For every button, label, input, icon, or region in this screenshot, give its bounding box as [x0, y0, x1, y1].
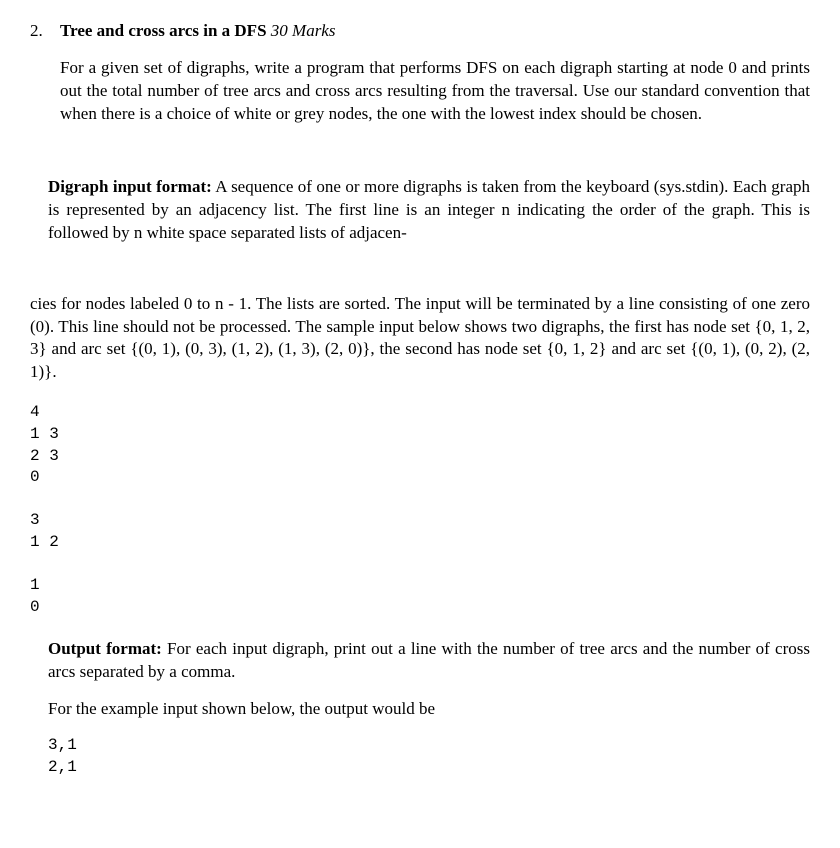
sample-output: 3,1 2,1	[48, 735, 810, 778]
sample-input: 4 1 3 2 3 0 3 1 2 1 0	[30, 402, 810, 618]
input-format-heading: Digraph input format:	[48, 177, 212, 196]
output-format-para: Output format: For each input digraph, p…	[48, 638, 810, 684]
output-format-heading: Output format:	[48, 639, 162, 658]
problem-header: 2. Tree and cross arcs in a DFS 30 Marks	[30, 20, 810, 43]
problem-body: For a given set of digraphs, write a pro…	[30, 57, 810, 126]
output-section: Output format: For each input digraph, p…	[30, 638, 810, 778]
input-format-block: Digraph input format: A sequence of one …	[30, 176, 810, 245]
output-note: For the example input shown below, the o…	[48, 698, 810, 721]
problem-marks: 30 Marks	[271, 21, 336, 40]
problem-title: Tree and cross arcs in a DFS	[60, 21, 267, 40]
output-format-body: For each input digraph, print out a line…	[48, 639, 810, 681]
problem-number: 2.	[30, 20, 60, 43]
continuation-text: cies for nodes labeled 0 to n - 1. The l…	[30, 293, 810, 385]
problem-title-line: Tree and cross arcs in a DFS 30 Marks	[60, 20, 335, 43]
